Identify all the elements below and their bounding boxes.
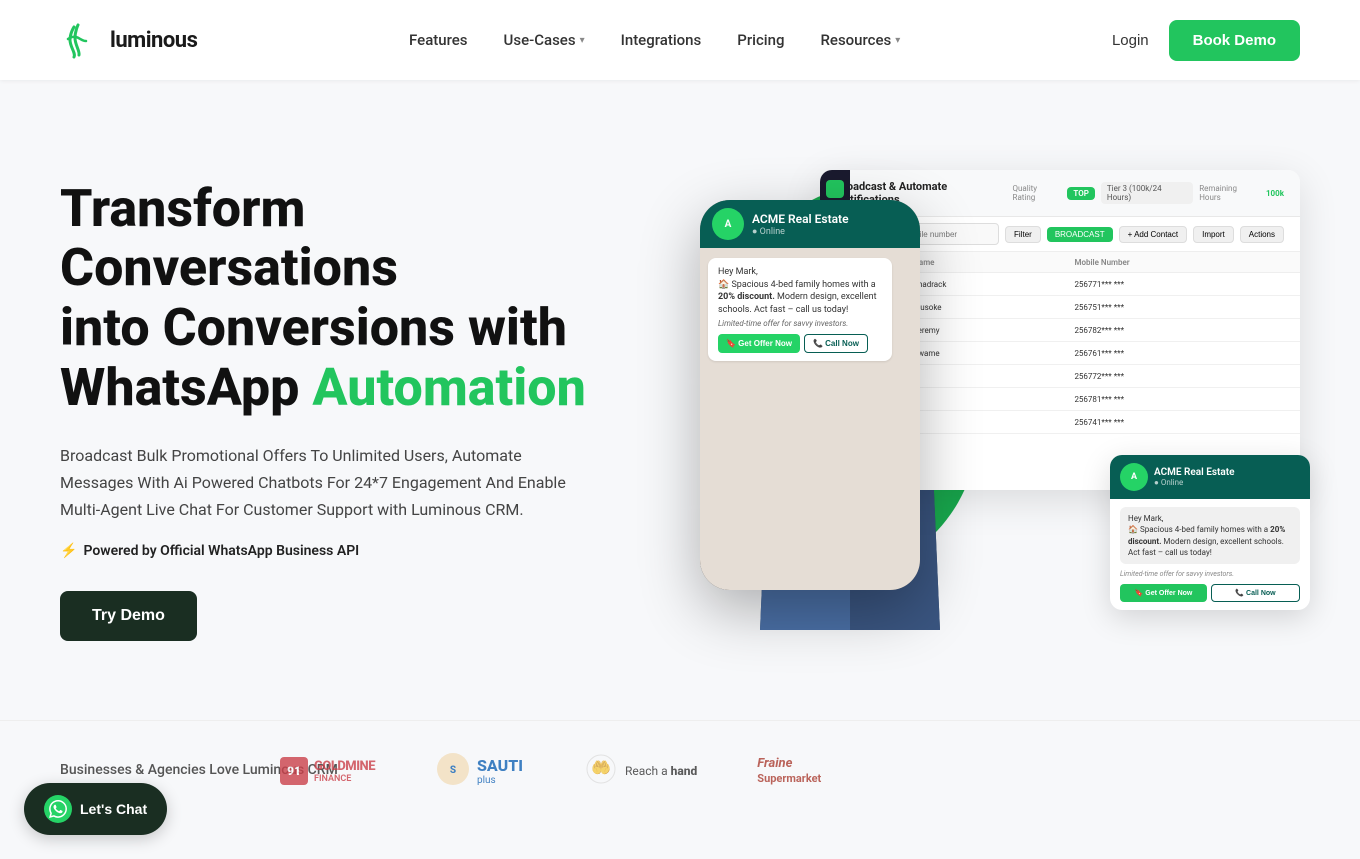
logo-text: luminous <box>110 28 197 53</box>
phone-contact-info: ACME Real Estate ● Online <box>752 212 849 237</box>
svg-text:🤲: 🤲 <box>591 758 611 777</box>
row-name <box>905 388 1066 411</box>
chat-card-contact-info: ACME Real Estate ● Online <box>1154 467 1234 487</box>
goldmine-text: GOLDMINE FINANCE <box>314 759 375 784</box>
use-cases-chevron: ▾ <box>580 35 585 46</box>
whatsapp-icon <box>44 795 72 823</box>
actions-button[interactable]: Actions <box>1240 226 1284 243</box>
phone-limited-offer: Limited-time offer for savvy investors. <box>718 319 882 328</box>
remaining-label: Remaining Hours <box>1199 184 1260 202</box>
navbar: luminous Features Use-Cases ▾ Integratio… <box>0 0 1360 80</box>
row-mobile: 256781*** *** <box>1066 388 1300 411</box>
goldmine-sub: FINANCE <box>314 774 375 784</box>
filter-button[interactable]: Filter <box>1005 226 1041 243</box>
row-mobile: 256782*** *** <box>1066 319 1300 342</box>
phone-contact-status: ● Online <box>752 226 849 237</box>
row-name: Musoke <box>905 296 1066 319</box>
hero-visual: A ACME Real Estate ● Online Hey Mark, 🏠 … <box>640 170 1300 650</box>
chat-card-avatar: A <box>1120 463 1148 491</box>
phone-message-text: Hey Mark, 🏠 Spacious 4-bed family homes … <box>718 266 882 316</box>
logo-fraine: Fraine Supermarket <box>757 756 821 786</box>
hero-description: Broadcast Bulk Promotional Offers To Unl… <box>60 442 580 524</box>
quality-badge: TOP <box>1067 187 1094 200</box>
nav-item-features[interactable]: Features <box>409 31 467 49</box>
chat-offer-button[interactable]: 🔖 Get Offer Now <box>1120 584 1207 602</box>
phone-messages: Hey Mark, 🏠 Spacious 4-bed family homes … <box>700 248 920 590</box>
logos-section: Businesses & Agencies Love Luminous CRM … <box>0 720 1360 821</box>
chat-card-name: ACME Real Estate <box>1154 467 1234 478</box>
quality-label: Quality Rating <box>1013 184 1062 202</box>
chat-discount-text: 20% discount. <box>1128 525 1285 545</box>
logo-icon <box>60 19 102 61</box>
row-name <box>905 365 1066 388</box>
logo-reach: 🤲 Reach a hand <box>583 751 697 791</box>
row-name <box>905 411 1066 434</box>
nav-item-pricing[interactable]: Pricing <box>737 31 784 49</box>
sauti-text: SAUTI plus <box>477 756 523 786</box>
phone-contact-avatar: A <box>712 208 744 240</box>
chat-card-message: Hey Mark, 🏠 Spacious 4-bed family homes … <box>1120 507 1300 564</box>
sidebar-logo-dot <box>826 180 844 198</box>
chat-card-body: Hey Mark, 🏠 Spacious 4-bed family homes … <box>1110 499 1310 610</box>
phone-header: A ACME Real Estate ● Online <box>700 200 920 248</box>
logos-label: Businesses & Agencies Love Luminous CRM <box>60 761 220 781</box>
phone-btn-call[interactable]: 📞 Call Now <box>804 334 868 353</box>
chat-limited-offer: Limited-time offer for savvy investors. <box>1120 570 1300 578</box>
dashboard-badges: Quality Rating TOP Tier 3 (100k/24 Hours… <box>1013 182 1284 204</box>
tier-badge: Tier 3 (100k/24 Hours) <box>1101 182 1193 204</box>
try-demo-button[interactable]: Try Demo <box>60 591 197 641</box>
book-demo-button[interactable]: Book Demo <box>1169 20 1300 61</box>
row-name: Jeremy <box>905 319 1066 342</box>
logos-row: 91 GOLDMINE FINANCE S SAUTI plus <box>280 751 1300 791</box>
chat-call-button[interactable]: 📞 Call Now <box>1211 584 1300 602</box>
chat-card-buttons: 🔖 Get Offer Now 📞 Call Now <box>1120 584 1300 602</box>
phone-message-bubble: Hey Mark, 🏠 Spacious 4-bed family homes … <box>708 258 892 361</box>
row-name: Shadrack <box>905 273 1066 296</box>
nav-item-integrations[interactable]: Integrations <box>621 31 702 49</box>
row-mobile: 256761*** *** <box>1066 342 1300 365</box>
nav-right: Login Book Demo <box>1112 20 1300 61</box>
col-mobile: Mobile Number <box>1066 252 1300 273</box>
col-name: Name <box>905 252 1066 273</box>
goldmine-icon: 91 <box>280 757 308 785</box>
phone-btn-offer[interactable]: 🔖 Get Offer Now <box>718 334 800 353</box>
whatsapp-chat-label: Let's Chat <box>80 801 147 817</box>
hero-content: Transform Conversations into Conversions… <box>60 179 640 642</box>
hero-section: Transform Conversations into Conversions… <box>0 80 1360 720</box>
login-button[interactable]: Login <box>1112 32 1149 49</box>
phone-screen: A ACME Real Estate ● Online Hey Mark, 🏠 … <box>700 200 920 590</box>
row-name: Kwame <box>905 342 1066 365</box>
whatsapp-chat-button[interactable]: Let's Chat <box>24 783 167 835</box>
chat-card-header: A ACME Real Estate ● Online <box>1110 455 1310 499</box>
nav-item-resources[interactable]: Resources ▾ <box>820 31 900 49</box>
row-mobile: 256751*** *** <box>1066 296 1300 319</box>
logo[interactable]: luminous <box>60 19 197 61</box>
powered-by: ⚡ Powered by Official WhatsApp Business … <box>60 543 640 559</box>
phone-mockup: A ACME Real Estate ● Online Hey Mark, 🏠 … <box>700 200 920 590</box>
add-contact-button[interactable]: + Add Contact <box>1119 226 1187 243</box>
broadcast-button[interactable]: BROADCAST <box>1047 227 1113 242</box>
fraine-text: Fraine Supermarket <box>757 756 821 786</box>
reach-icon: 🤲 <box>583 751 619 791</box>
import-button[interactable]: Import <box>1193 226 1234 243</box>
chat-preview-card: A ACME Real Estate ● Online Hey Mark, 🏠 … <box>1110 455 1310 610</box>
logo-goldmine: 91 GOLDMINE FINANCE <box>280 757 375 785</box>
row-mobile: 256772*** *** <box>1066 365 1300 388</box>
logo-sauti: S SAUTI plus <box>435 751 523 791</box>
row-mobile: 256741*** *** <box>1066 411 1300 434</box>
phone-action-buttons: 🔖 Get Offer Now 📞 Call Now <box>718 334 882 353</box>
remaining-value: 100k <box>1266 189 1284 198</box>
sauti-icon: S <box>435 751 471 791</box>
row-mobile: 256771*** *** <box>1066 273 1300 296</box>
reach-text: Reach a hand <box>625 764 697 778</box>
nav-links: Features Use-Cases ▾ Integrations Pricin… <box>409 31 900 49</box>
nav-item-use-cases[interactable]: Use-Cases ▾ <box>504 31 585 49</box>
lightning-icon: ⚡ <box>60 543 77 559</box>
svg-text:S: S <box>450 765 456 776</box>
resources-chevron: ▾ <box>895 35 900 46</box>
phone-contact-name: ACME Real Estate <box>752 212 849 226</box>
chat-card-status: ● Online <box>1154 478 1234 487</box>
hero-title: Transform Conversations into Conversions… <box>60 179 640 418</box>
